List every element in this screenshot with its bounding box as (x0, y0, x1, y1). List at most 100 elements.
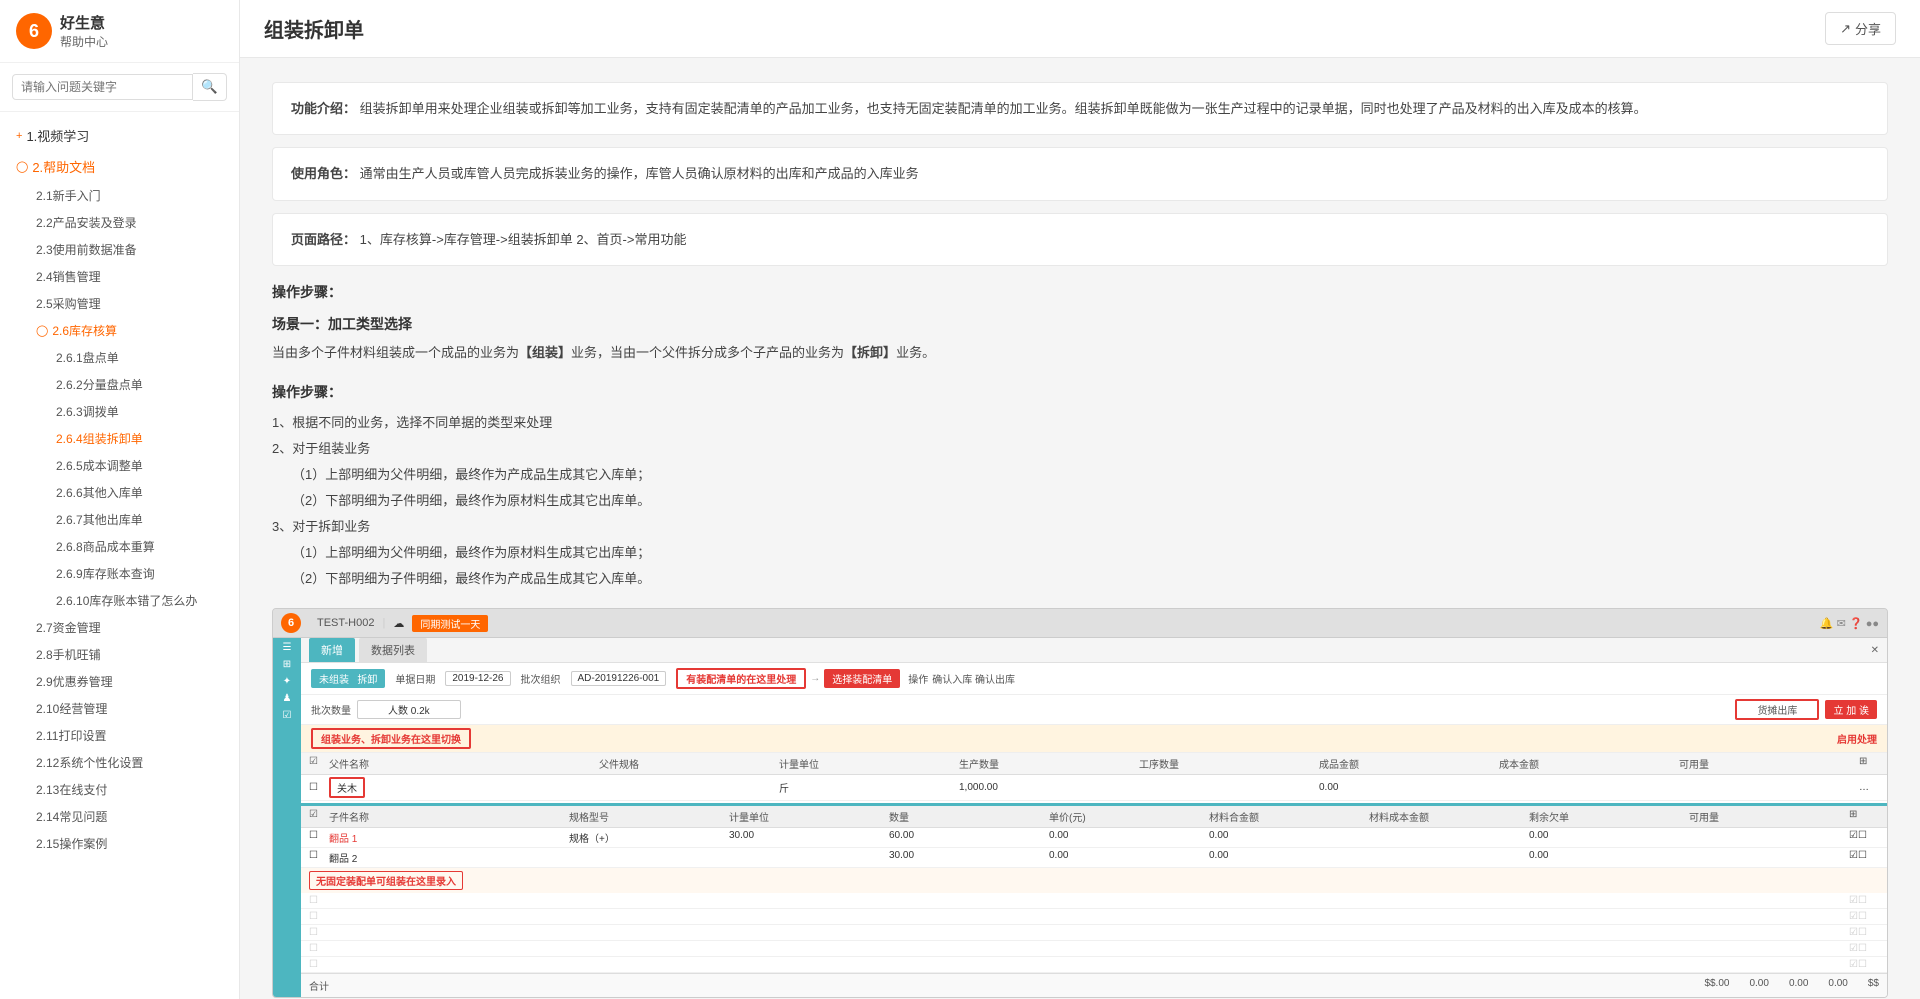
ss-s2-price: 0.00 (1049, 850, 1209, 865)
label: 2.1新手入门 (36, 187, 101, 204)
ss-s2-cost (1369, 850, 1529, 865)
sidebar-item-error[interactable]: 2.6.10库存账本错了怎么办 (40, 587, 239, 614)
sidebar-item-otherin[interactable]: 2.6.6其他入库单 (40, 479, 239, 506)
ss-qty-label: 批次数量 (311, 702, 351, 717)
ss-empty-row7: ☐☑☐ (301, 957, 1887, 973)
ss-form-bar: 未组装 拆卸 单据日期 2019-12-26 批次组织 AD-20191226-… (301, 663, 1887, 695)
sidebar-item-install[interactable]: 2.2产品安装及登录 (20, 209, 239, 236)
ss-s1-btns: ☑☐ (1849, 830, 1879, 845)
share-button[interactable]: ↗ 分享 (1825, 12, 1896, 45)
ss-name-highlight: 关木 (329, 777, 365, 798)
ss-nobom-annotation: 无固定装配单可组装在这里录入 (301, 868, 1887, 893)
sidebar-item-mgmt[interactable]: 2.10经营管理 (20, 695, 239, 722)
ss-bom-annotation: 有装配清单的在这里处理 → 选择装配清单 操作 确认入库 确认出库 (676, 668, 1015, 689)
step-2-1: （1）上部明细为父件明细，最终作为产成品生成其它入库单； (272, 462, 1888, 488)
label: 2.12系统个性化设置 (36, 754, 143, 771)
ss-sub-row2: ☐ 翻品 2 30.00 0.00 0.00 0.00 ☑☐ (301, 848, 1887, 868)
search-bar: 🔍 (0, 63, 239, 112)
ss-sub-th-cost: 材料成本金额 (1369, 809, 1529, 824)
sidebar-item-pay[interactable]: 2.13在线支付 (20, 776, 239, 803)
sidebar-item-docs[interactable]: ◯ 2.帮助文档 (0, 151, 239, 182)
sidebar-item-faq[interactable]: 2.14常见问题 (20, 803, 239, 830)
logo-sub: 帮助中心 (60, 33, 108, 50)
ops-steps-title: 操作步骤： (272, 382, 1888, 402)
path-block: 页面路径： 1、库存核算->库存管理->组装拆卸单 2、首页->常用功能 (272, 213, 1888, 266)
ss-th-ops: ⊞ (1859, 756, 1879, 771)
ss-status-badge: 未组装 拆卸 (311, 669, 385, 688)
sidebar-item-case[interactable]: 2.15操作案例 (20, 830, 239, 857)
sidebar-item-costcalc[interactable]: 2.6.8商品成本重算 (40, 533, 239, 560)
minus-icon-inv: ◯ (36, 324, 48, 337)
ss-e4-check: ☐ (309, 911, 329, 922)
sidebar-item-mobile[interactable]: 2.8手机旺铺 (20, 641, 239, 668)
path-label: 页面路径： (291, 232, 356, 247)
label: 2.5采购管理 (36, 295, 101, 312)
sidebar-item-stockcount[interactable]: 2.6.1盘点单 (40, 344, 239, 371)
ss-sub-th-amt: 材料合金额 (1209, 809, 1369, 824)
scene1-desc: 当由多个子件材料组装成一个成品的业务为【组装】业务，当由一个父件拆分成多个子产品… (272, 340, 1888, 366)
ss-th-unit: 计量单位 (779, 756, 959, 771)
sidebar-item-splitcount[interactable]: 2.6.2分量盘点单 (40, 371, 239, 398)
ss-e3-spacer (329, 895, 1849, 906)
ss-e5-spacer (329, 927, 1849, 938)
ss-td-cost1: 0.00 (1319, 782, 1499, 793)
ss-e3-btns: ☑☐ (1849, 895, 1879, 906)
sidebar: 6 好生意 帮助中心 🔍 + 1.视频学习 ◯ 2.帮助文档 2.1新手入门 2… (0, 0, 240, 999)
sidebar-item-inventory[interactable]: ◯ 2.6库存核算 (20, 317, 239, 344)
sidebar-item-print[interactable]: 2.11打印设置 (20, 722, 239, 749)
sidebar-item-adjust[interactable]: 2.6.3调拨单 (40, 398, 239, 425)
role-label: 使用角色： (291, 166, 356, 181)
sidebar-item-assembly[interactable]: 2.6.4组装拆卸单 (40, 425, 239, 452)
ss-s2-btns: ☑☐ (1849, 850, 1879, 865)
label: 2.10经营管理 (36, 700, 107, 717)
ss-tab-new: 新增 (309, 638, 355, 662)
ss-sub-header: ☑ 子件名称 规格型号 计量单位 数量 单价(元) 材料合金额 材料成本金额 剩… (301, 803, 1887, 828)
ss-icons-right: 🔔 ✉ ❓ ●● (1820, 617, 1879, 630)
nav-sub-inventory: 2.6.1盘点单 2.6.2分量盘点单 2.6.3调拨单 2.6.4组装拆卸单 … (20, 344, 239, 614)
sidebar-item-costadj[interactable]: 2.6.5成本调整单 (40, 452, 239, 479)
ss-sub-th-qty: 数量 (889, 809, 1049, 824)
label: 2.13在线支付 (36, 781, 107, 798)
ss-bom-text: 有装配清单的在这里处理 (676, 668, 806, 689)
label: 2.6.5成本调整单 (56, 457, 143, 474)
role-text: 通常由生产人员或库管人员完成拆装业务的操作，库管人员确认原材料的出库和产成品的入… (360, 166, 919, 181)
label: 2.6库存核算 (52, 322, 117, 339)
sidebar-item-fund[interactable]: 2.7资金管理 (20, 614, 239, 641)
ops-title: 操作步骤： (272, 282, 1888, 302)
label: 2.6.6其他入库单 (56, 484, 143, 501)
sidebar-item-purchase[interactable]: 2.5采购管理 (20, 290, 239, 317)
ss-empty-row6: ☐☑☐ (301, 941, 1887, 957)
label: 2.4销售管理 (36, 268, 101, 285)
sidebar-item-coupon[interactable]: 2.9优惠券管理 (20, 668, 239, 695)
ss-table-row1: ☐ 关木 斤 1,000.00 0.00 … (301, 775, 1887, 801)
ss-e5-check: ☐ (309, 927, 329, 938)
ss-td-prod: 1,000.00 (959, 782, 1139, 793)
logo-name: 好生意 (60, 12, 108, 33)
sidebar-item-new[interactable]: 2.1新手入门 (20, 182, 239, 209)
ss-bottom-end: $$ (1868, 978, 1879, 993)
sidebar-item-custom[interactable]: 2.12系统个性化设置 (20, 749, 239, 776)
ss-td-name: 关木 (329, 777, 599, 798)
ss-e7-btns: ☑☐ (1849, 959, 1879, 970)
ss-s2-name: 翻品 2 (329, 850, 569, 865)
sidebar-item-data[interactable]: 2.3使用前数据准备 (20, 236, 239, 263)
sidebar-item-sales[interactable]: 2.4销售管理 (20, 263, 239, 290)
search-button[interactable]: 🔍 (193, 73, 227, 101)
ss-app-name: TEST-H002 (317, 617, 374, 629)
sidebar-item-ledger[interactable]: 2.6.9库存账本查询 (40, 560, 239, 587)
sidebar-item-otherout[interactable]: 2.6.7其他出库单 (40, 506, 239, 533)
search-input[interactable] (12, 74, 193, 100)
label: 2.6.7其他出库单 (56, 511, 143, 528)
ss-sub-th-avail: 可用量 (1689, 809, 1849, 824)
ss-s1-avail (1689, 830, 1849, 845)
ss-icon5: ☑ (283, 710, 292, 721)
ss-bottom-pagination: 合计 (309, 978, 329, 993)
ss-e4-spacer (329, 911, 1849, 922)
ss-s2-spec (569, 850, 729, 865)
ss-s1-remain: 0.00 (1529, 830, 1689, 845)
share-label: 分享 (1855, 19, 1881, 38)
sidebar-item-video[interactable]: + 1.视频学习 (0, 120, 239, 151)
label: 2.3使用前数据准备 (36, 241, 137, 258)
ss-assembly-label: 组装业务、拆卸业务在这里切换 (311, 728, 471, 749)
label: 2.9优惠券管理 (36, 673, 113, 690)
